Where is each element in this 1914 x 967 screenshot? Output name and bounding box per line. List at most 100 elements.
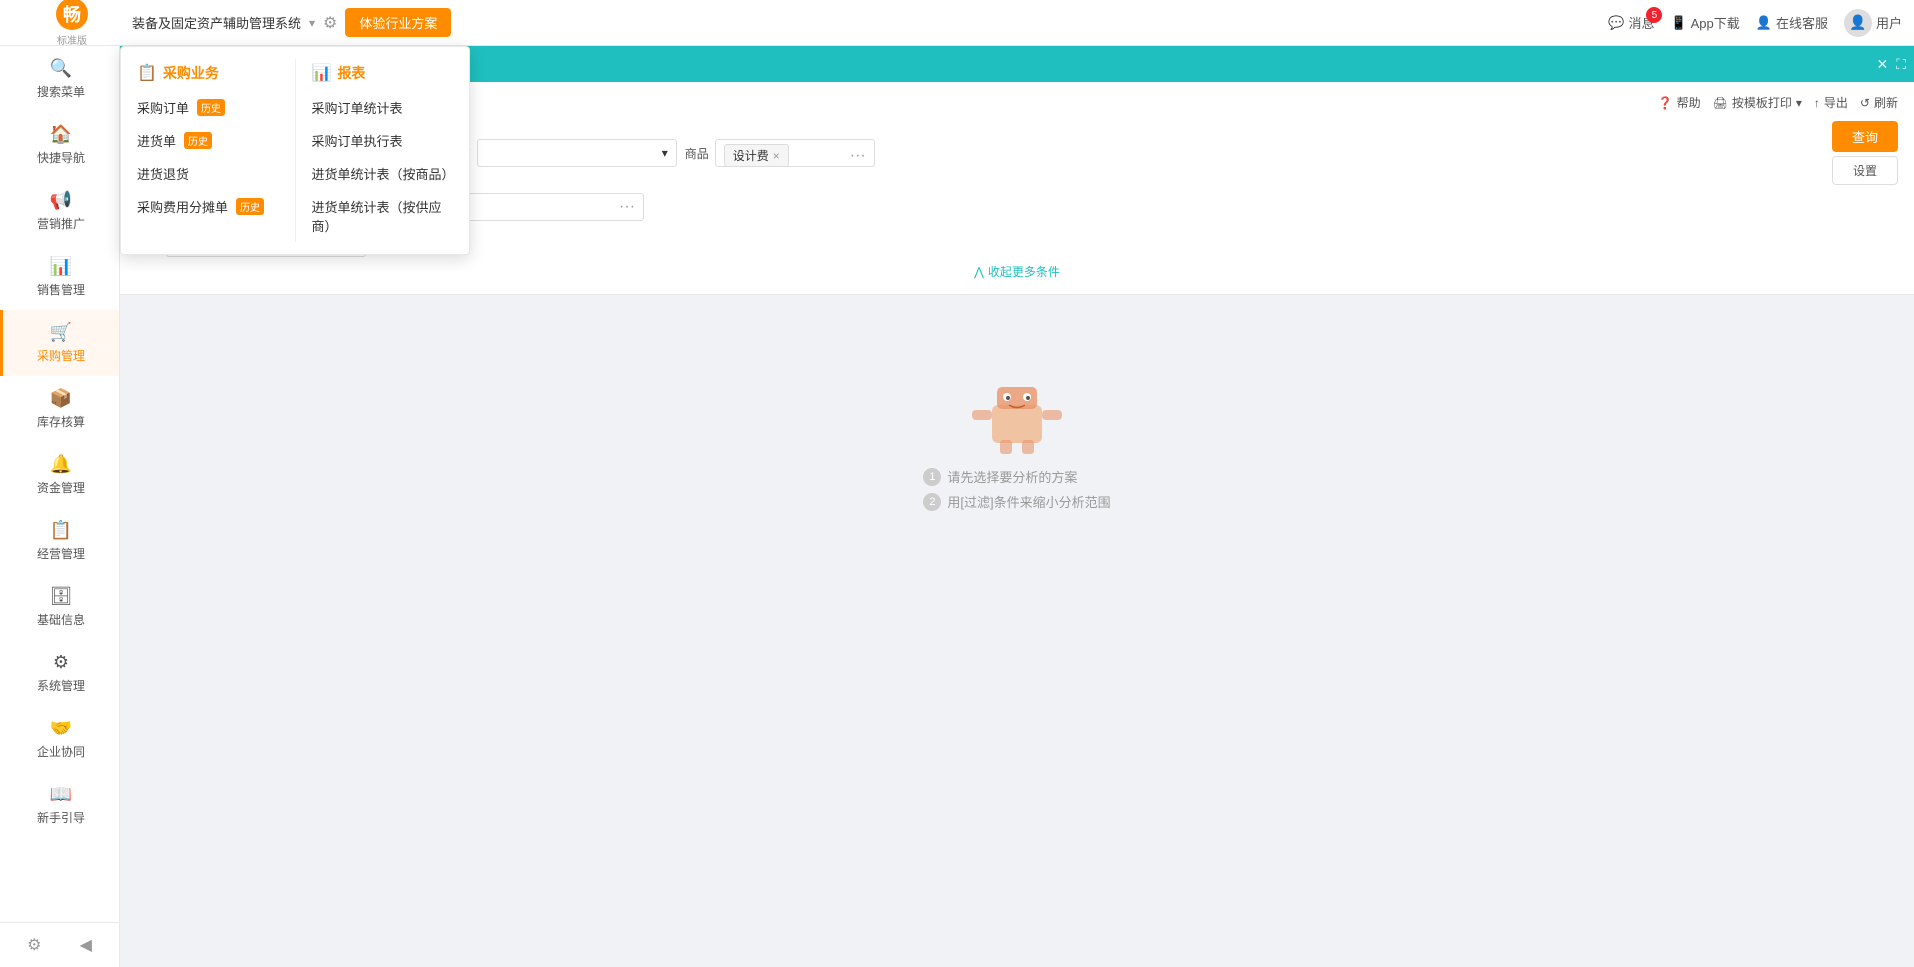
sidebar: 🔍 搜索菜单 🏠 快捷导航 📢 营销推广 📊 销售管理 🛒 采购管理 📦 库存核…	[0, 46, 120, 967]
system-dropdown-arrow[interactable]: ▾	[309, 16, 315, 30]
home-icon: 🏠	[50, 124, 72, 145]
help-btn[interactable]: ❓ 帮助	[1658, 94, 1701, 111]
logo-sub: 标准版	[57, 32, 87, 47]
dropdown-item-purchase-order-detail[interactable]: 采购订单执行表	[304, 124, 462, 157]
dropdown-item-label: 采购订单执行表	[312, 131, 403, 150]
tab-maximize-icon[interactable]: ⛶	[1896, 56, 1906, 73]
dropdown-item-purchase-fee[interactable]: 采购费用分摊单 历史	[129, 190, 287, 223]
history-badge: 历史	[197, 99, 225, 116]
app-download-btn[interactable]: 📱 App下载	[1670, 13, 1739, 32]
goods-dots[interactable]: ···	[850, 147, 866, 165]
sidebar-label-enterprise: 企业协同	[37, 743, 85, 760]
app-label: App下载	[1691, 13, 1740, 32]
logo-area: 畅 标准版	[12, 0, 132, 47]
service-icon: 👤	[1756, 15, 1772, 31]
sidebar-item-marketing[interactable]: 📢 营销推广	[0, 178, 119, 244]
hint-num-1: 1	[923, 468, 941, 486]
refresh-label: 刷新	[1874, 94, 1898, 111]
sidebar-item-operation[interactable]: 📋 经营管理	[0, 508, 119, 574]
dropdown-item-goods-return[interactable]: 进货退货	[129, 157, 287, 190]
dropdown-item-label: 进货退货	[137, 164, 189, 183]
empty-hint-2: 2 用[过滤]条件来缩小分析范围	[923, 492, 1110, 511]
sidebar-label-finance: 资金管理	[37, 479, 85, 496]
user-btn[interactable]: 👤 用户	[1844, 9, 1902, 37]
purchase-col-title: 采购业务	[163, 63, 219, 83]
query-button[interactable]: 查询	[1832, 121, 1898, 152]
refresh-btn[interactable]: ↺ 刷新	[1860, 94, 1898, 111]
history-badge: 历史	[236, 198, 264, 215]
dropdown-item-purchase-order-stat[interactable]: 采购订单统计表	[304, 91, 462, 124]
print-icon: 🖨	[1713, 96, 1728, 110]
sidebar-item-system[interactable]: ⚙ 系统管理	[0, 640, 119, 706]
sidebar-item-enterprise[interactable]: 🤝 企业协同	[0, 706, 119, 772]
export-label: 导出	[1824, 94, 1848, 111]
basic-icon: 🗄	[50, 586, 73, 607]
system-icon: ⚙	[53, 652, 69, 673]
settings-icon[interactable]: ⚙	[323, 13, 337, 33]
app-icon: 📱	[1670, 15, 1686, 31]
sidebar-label-newbie: 新手引导	[37, 809, 85, 826]
sidebar-label-sales: 销售管理	[37, 281, 85, 298]
industry-button[interactable]: 体验行业方案	[345, 8, 451, 37]
set-button[interactable]: 设置	[1832, 156, 1898, 185]
message-icon: 💬	[1608, 15, 1624, 31]
print-btn[interactable]: 🖨 按模板打印 ▾	[1713, 94, 1802, 111]
sidebar-item-basic[interactable]: 🗄 基础信息	[0, 574, 119, 640]
user-label: 用户	[1876, 13, 1902, 32]
inventory-icon: 📦	[50, 388, 72, 409]
sidebar-bottom: ⚙ ◀	[0, 922, 119, 967]
sidebar-label-inventory: 库存核算	[37, 413, 85, 430]
collapse-label: 收起更多条件	[988, 263, 1060, 280]
sidebar-item-inventory[interactable]: 📦 库存核算	[0, 376, 119, 442]
marketing-icon: 📢	[50, 190, 72, 211]
goods-tag-close[interactable]: ×	[773, 149, 780, 163]
enterprise-icon: 🤝	[50, 718, 72, 739]
collapse-btn[interactable]: ⋀ 收起更多条件	[136, 257, 1898, 282]
dropdown-item-purchase-order[interactable]: 采购订单 历史	[129, 91, 287, 124]
message-btn[interactable]: 💬 消息 5	[1608, 13, 1654, 32]
operation-icon: 📋	[50, 520, 72, 541]
goods-tag: 设计费 ×	[724, 144, 789, 167]
goods-tag-text: 设计费	[733, 147, 769, 164]
logo-icon: 畅	[56, 0, 88, 30]
sidebar-item-finance[interactable]: 🔔 资金管理	[0, 442, 119, 508]
sidebar-item-search[interactable]: 🔍 搜索菜单	[0, 46, 119, 112]
tab-close-all-icon[interactable]: ✕	[1876, 56, 1888, 73]
message-badge: 5	[1646, 7, 1662, 23]
sidebar-settings-icon[interactable]: ⚙	[27, 935, 41, 955]
purchase-dropdown-menu: 📋 采购业务 采购订单 历史 进货单 历史 进货退货 采购费用分摊单 历史 📊	[120, 46, 470, 255]
sidebar-label-search: 搜索菜单	[37, 83, 85, 100]
action-btns: 查询 设置	[1832, 121, 1898, 185]
help-label: 帮助	[1677, 94, 1701, 111]
salesman-dots[interactable]: ···	[619, 198, 635, 216]
sidebar-label-marketing: 营销推广	[37, 215, 85, 232]
user-avatar: 👤	[1844, 9, 1872, 37]
purchase-col-icon: 📋	[137, 63, 157, 83]
salesman-select[interactable]: ···	[444, 193, 644, 221]
print-arrow: ▾	[1796, 96, 1802, 110]
doc-status-select[interactable]: ▾	[477, 139, 677, 167]
help-icon: ❓	[1658, 96, 1673, 110]
sales-icon: 📊	[50, 256, 72, 277]
dropdown-item-goods-in-stat-supplier[interactable]: 进货单统计表（按供应商）	[304, 190, 462, 242]
sidebar-item-quick-nav[interactable]: 🏠 快捷导航	[0, 112, 119, 178]
sidebar-item-newbie[interactable]: 📖 新手引导	[0, 772, 119, 838]
history-badge: 历史	[184, 132, 212, 149]
goods-select[interactable]: 设计费 × ···	[715, 139, 875, 167]
online-service-btn[interactable]: 👤 在线客服	[1756, 13, 1828, 32]
dropdown-purchase-header: 📋 采购业务	[129, 59, 287, 91]
dropdown-item-goods-in[interactable]: 进货单 历史	[129, 124, 287, 157]
export-btn[interactable]: ↑ 导出	[1814, 94, 1848, 111]
dropdown-item-goods-in-stat-goods[interactable]: 进货单统计表（按商品）	[304, 157, 462, 190]
sidebar-label-quick-nav: 快捷导航	[37, 149, 85, 166]
top-header: 畅 标准版 装备及固定资产辅助管理系统 ▾ ⚙ 体验行业方案 💬 消息 5 📱 …	[0, 0, 1914, 46]
sidebar-item-sales[interactable]: 📊 销售管理	[0, 244, 119, 310]
report-col-icon: 📊	[312, 63, 332, 83]
sidebar-item-purchase[interactable]: 🛒 采购管理	[0, 310, 119, 376]
sidebar-label-basic: 基础信息	[37, 611, 85, 628]
goods-label: 商品	[685, 145, 709, 162]
sidebar-collapse-icon[interactable]: ◀	[80, 935, 92, 955]
goods-group: 商品 设计费 × ···	[685, 139, 875, 167]
empty-state: 1 请先选择要分析的方案 2 用[过滤]条件来缩小分析范围	[120, 295, 1914, 591]
sidebar-label-system: 系统管理	[37, 677, 85, 694]
